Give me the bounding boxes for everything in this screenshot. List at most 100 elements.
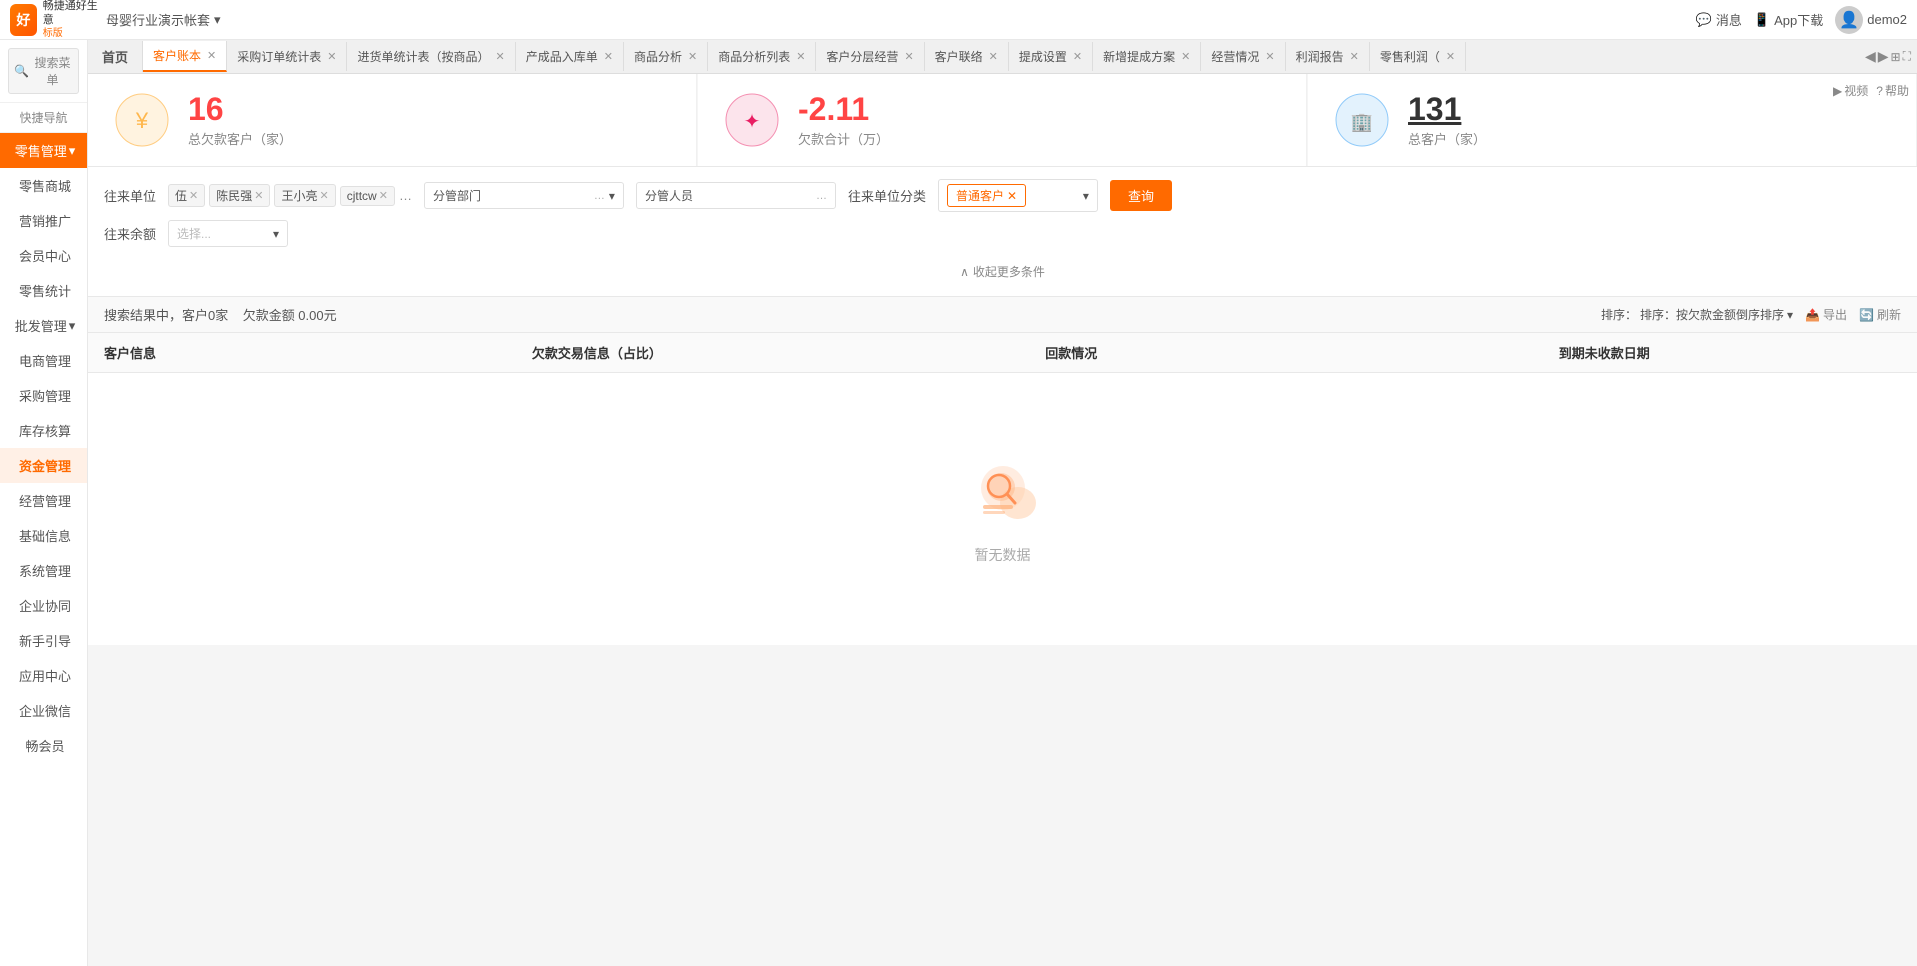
tab-customer-segment[interactable]: 客户分层经营 ✕ bbox=[816, 42, 924, 71]
sidebar-quick-nav[interactable]: 快捷导航 bbox=[0, 103, 87, 133]
tab-retail-profit[interactable]: 零售利润（ ✕ bbox=[1370, 42, 1466, 71]
tab-home[interactable]: 首页 bbox=[88, 41, 143, 72]
chevron-down-icon: ▾ bbox=[1787, 308, 1793, 322]
refresh-btn[interactable]: 🔄 刷新 bbox=[1859, 306, 1901, 323]
balance-select[interactable]: 选择... ▾ bbox=[168, 220, 288, 247]
tab-close-icon[interactable]: ✕ bbox=[1446, 50, 1455, 63]
tab-close-icon[interactable]: ✕ bbox=[604, 50, 613, 63]
logo-area: 好 畅捷通好生意 标版 bbox=[10, 0, 98, 40]
sidebar-item-sys-mgmt[interactable]: 系统管理 bbox=[0, 553, 87, 588]
sidebar-item-retail-stats[interactable]: 零售统计 bbox=[0, 273, 87, 308]
company-selector[interactable]: 母婴行业演示帐套 ▾ bbox=[106, 10, 221, 29]
tab-close-icon[interactable]: ✕ bbox=[688, 50, 697, 63]
filter-more-tags[interactable]: … bbox=[399, 188, 412, 203]
stat-icon-3: 🏢 bbox=[1332, 90, 1392, 150]
tag-close-wangxiaoliang[interactable]: ✕ bbox=[320, 189, 329, 202]
sidebar-item-member-center[interactable]: 会员中心 bbox=[0, 238, 87, 273]
tab-expand-icon[interactable]: ⊞ bbox=[1891, 50, 1901, 64]
avatar: 👤 bbox=[1835, 6, 1863, 34]
tab-close-icon[interactable]: ✕ bbox=[796, 50, 805, 63]
export-btn[interactable]: 📤 导出 bbox=[1805, 306, 1847, 323]
tab-fullscreen-icon[interactable]: ⛶ bbox=[1903, 49, 1911, 64]
tab-next-icon[interactable]: ▶ bbox=[1878, 48, 1889, 65]
tab-close-icon[interactable]: ✕ bbox=[207, 49, 216, 62]
tab-customer-contact[interactable]: 客户联络 ✕ bbox=[925, 42, 1009, 71]
stat-block-debt: ✦ -2.11 欠款合计（万） bbox=[697, 74, 1307, 166]
unit-category-select[interactable]: 普通客户 ✕ ▾ bbox=[938, 179, 1098, 212]
filter-row-1: 往来单位 伍 ✕ 陈民强 ✕ 王小亮 ✕ bbox=[104, 179, 1901, 212]
sidebar-item-purchase[interactable]: 采购管理 bbox=[0, 378, 87, 413]
sidebar-item-vip-member[interactable]: 畅会员 bbox=[0, 728, 87, 763]
chevron-down-icon: ▾ bbox=[609, 189, 615, 203]
empty-text: 暂无数据 bbox=[975, 545, 1031, 565]
tab-close-icon[interactable]: ✕ bbox=[327, 50, 336, 63]
query-button[interactable]: 查询 bbox=[1110, 180, 1172, 211]
sidebar-item-operations[interactable]: 经营管理 bbox=[0, 483, 87, 518]
dept-select[interactable]: 分管部门 … ▾ bbox=[424, 182, 624, 209]
top-bar-left: 好 畅捷通好生意 标版 母婴行业演示帐套 ▾ bbox=[10, 0, 221, 40]
message-btn[interactable]: 💬 消息 bbox=[1696, 10, 1742, 29]
sidebar-item-inventory[interactable]: 库存核算 bbox=[0, 413, 87, 448]
sidebar-item-enterprise-wechat[interactable]: 企业微信 bbox=[0, 693, 87, 728]
empty-state: 暂无数据 bbox=[88, 373, 1917, 645]
stat-info-1: 16 总欠款客户（家） bbox=[188, 93, 292, 148]
stat-block-customers: ¥ 16 总欠款客户（家） bbox=[88, 74, 697, 166]
sidebar-search-area: 🔍 搜索菜单 bbox=[0, 40, 87, 103]
refresh-icon: 🔄 bbox=[1859, 308, 1874, 322]
tab-customer-receivables[interactable]: 客户账本 ✕ bbox=[143, 41, 227, 72]
sidebar-item-new-user-guide[interactable]: 新手引导 bbox=[0, 623, 87, 658]
page-content: ¥ 16 总欠款客户（家） ✦ bbox=[88, 74, 1917, 966]
tab-promotion-settings[interactable]: 提成设置 ✕ bbox=[1009, 42, 1093, 71]
sidebar-item-finance[interactable]: 资金管理 bbox=[0, 448, 87, 483]
tag-cjttcw: cjttcw ✕ bbox=[340, 186, 395, 206]
phone-icon: 📱 bbox=[1754, 12, 1770, 28]
stat-block-total: 🏢 131 总客户（家） bbox=[1307, 74, 1917, 166]
top-bar-right: 💬 消息 📱 App下载 👤 demo2 bbox=[1696, 6, 1907, 34]
collapse-area: ∧ 收起更多条件 bbox=[104, 255, 1901, 284]
user-menu[interactable]: 👤 demo2 bbox=[1835, 6, 1907, 34]
help-btn[interactable]: ? 帮助 bbox=[1876, 82, 1909, 99]
col-header-transaction: 欠款交易信息（占比） bbox=[532, 343, 1045, 362]
tab-close-icon[interactable]: ✕ bbox=[496, 50, 505, 63]
tag-close-cjttcw[interactable]: ✕ bbox=[379, 189, 388, 202]
tab-purchase-order-stats[interactable]: 采购订单统计表 ✕ bbox=[227, 42, 347, 71]
tab-close-icon[interactable]: ✕ bbox=[1181, 50, 1190, 63]
video-help-btn[interactable]: ▶ 视频 bbox=[1833, 82, 1868, 99]
tab-close-icon[interactable]: ✕ bbox=[989, 50, 998, 63]
sidebar-item-basic-info[interactable]: 基础信息 bbox=[0, 518, 87, 553]
tab-close-icon[interactable]: ✕ bbox=[1350, 50, 1359, 63]
tab-operations-status[interactable]: 经营情况 ✕ bbox=[1201, 42, 1285, 71]
sidebar-item-retail-mall[interactable]: 零售商城 bbox=[0, 168, 87, 203]
tab-new-promotion-plan[interactable]: 新增提成方案 ✕ bbox=[1093, 42, 1201, 71]
sort-select[interactable]: 排序： 排序：按欠款金额倒序排序 ▾ bbox=[1601, 306, 1793, 323]
sidebar-item-ecommerce[interactable]: 电商管理 bbox=[0, 343, 87, 378]
tag-close-wu[interactable]: ✕ bbox=[189, 189, 198, 202]
category-close-icon[interactable]: ✕ bbox=[1007, 189, 1017, 203]
tab-product-cost[interactable]: 产成品入库单 ✕ bbox=[516, 42, 624, 71]
tab-close-icon[interactable]: ✕ bbox=[1265, 50, 1274, 63]
tab-profit-report[interactable]: 利润报告 ✕ bbox=[1286, 42, 1370, 71]
tab-close-icon[interactable]: ✕ bbox=[904, 50, 913, 63]
tab-prev-icon[interactable]: ◀ bbox=[1865, 48, 1876, 65]
tab-close-icon[interactable]: ✕ bbox=[1073, 50, 1082, 63]
tag-close-chenminqiang[interactable]: ✕ bbox=[254, 189, 263, 202]
sidebar-item-batch-mgmt[interactable]: 批发管理▾ bbox=[0, 308, 87, 343]
person-select[interactable]: 分管人员 … bbox=[636, 182, 836, 209]
tab-goods-analysis[interactable]: 商品分析 ✕ bbox=[624, 42, 708, 71]
table-header: 客户信息 欠款交易信息（占比） 回款情况 到期未收款日期 bbox=[88, 333, 1917, 373]
stat-help: ▶ 视频 ? 帮助 bbox=[1833, 82, 1909, 99]
app-download-btn[interactable]: 📱 App下载 bbox=[1754, 10, 1823, 29]
stat-icon-2: ✦ bbox=[722, 90, 782, 150]
tab-inventory-stats[interactable]: 进货单统计表（按商品） ✕ bbox=[347, 42, 515, 71]
svg-text:✦: ✦ bbox=[744, 111, 761, 133]
search-menu-btn[interactable]: 🔍 搜索菜单 bbox=[8, 48, 79, 94]
tab-goods-analysis-list[interactable]: 商品分析列表 ✕ bbox=[708, 42, 816, 71]
sidebar-item-enterprise-collab[interactable]: 企业协同 bbox=[0, 588, 87, 623]
sidebar-item-marketing[interactable]: 营销推广 bbox=[0, 203, 87, 238]
sidebar-item-app-center[interactable]: 应用中心 bbox=[0, 658, 87, 693]
question-icon: ? bbox=[1876, 84, 1883, 98]
selected-category-tag: 普通客户 ✕ bbox=[947, 184, 1026, 207]
main-layout: 🔍 搜索菜单 快捷导航 零售管理▾ 零售商城 营销推广 会员中心 零售统计 批发… bbox=[0, 40, 1917, 966]
sidebar-item-retail-mgmt[interactable]: 零售管理▾ bbox=[0, 133, 87, 168]
collapse-btn[interactable]: ∧ 收起更多条件 bbox=[104, 259, 1901, 284]
